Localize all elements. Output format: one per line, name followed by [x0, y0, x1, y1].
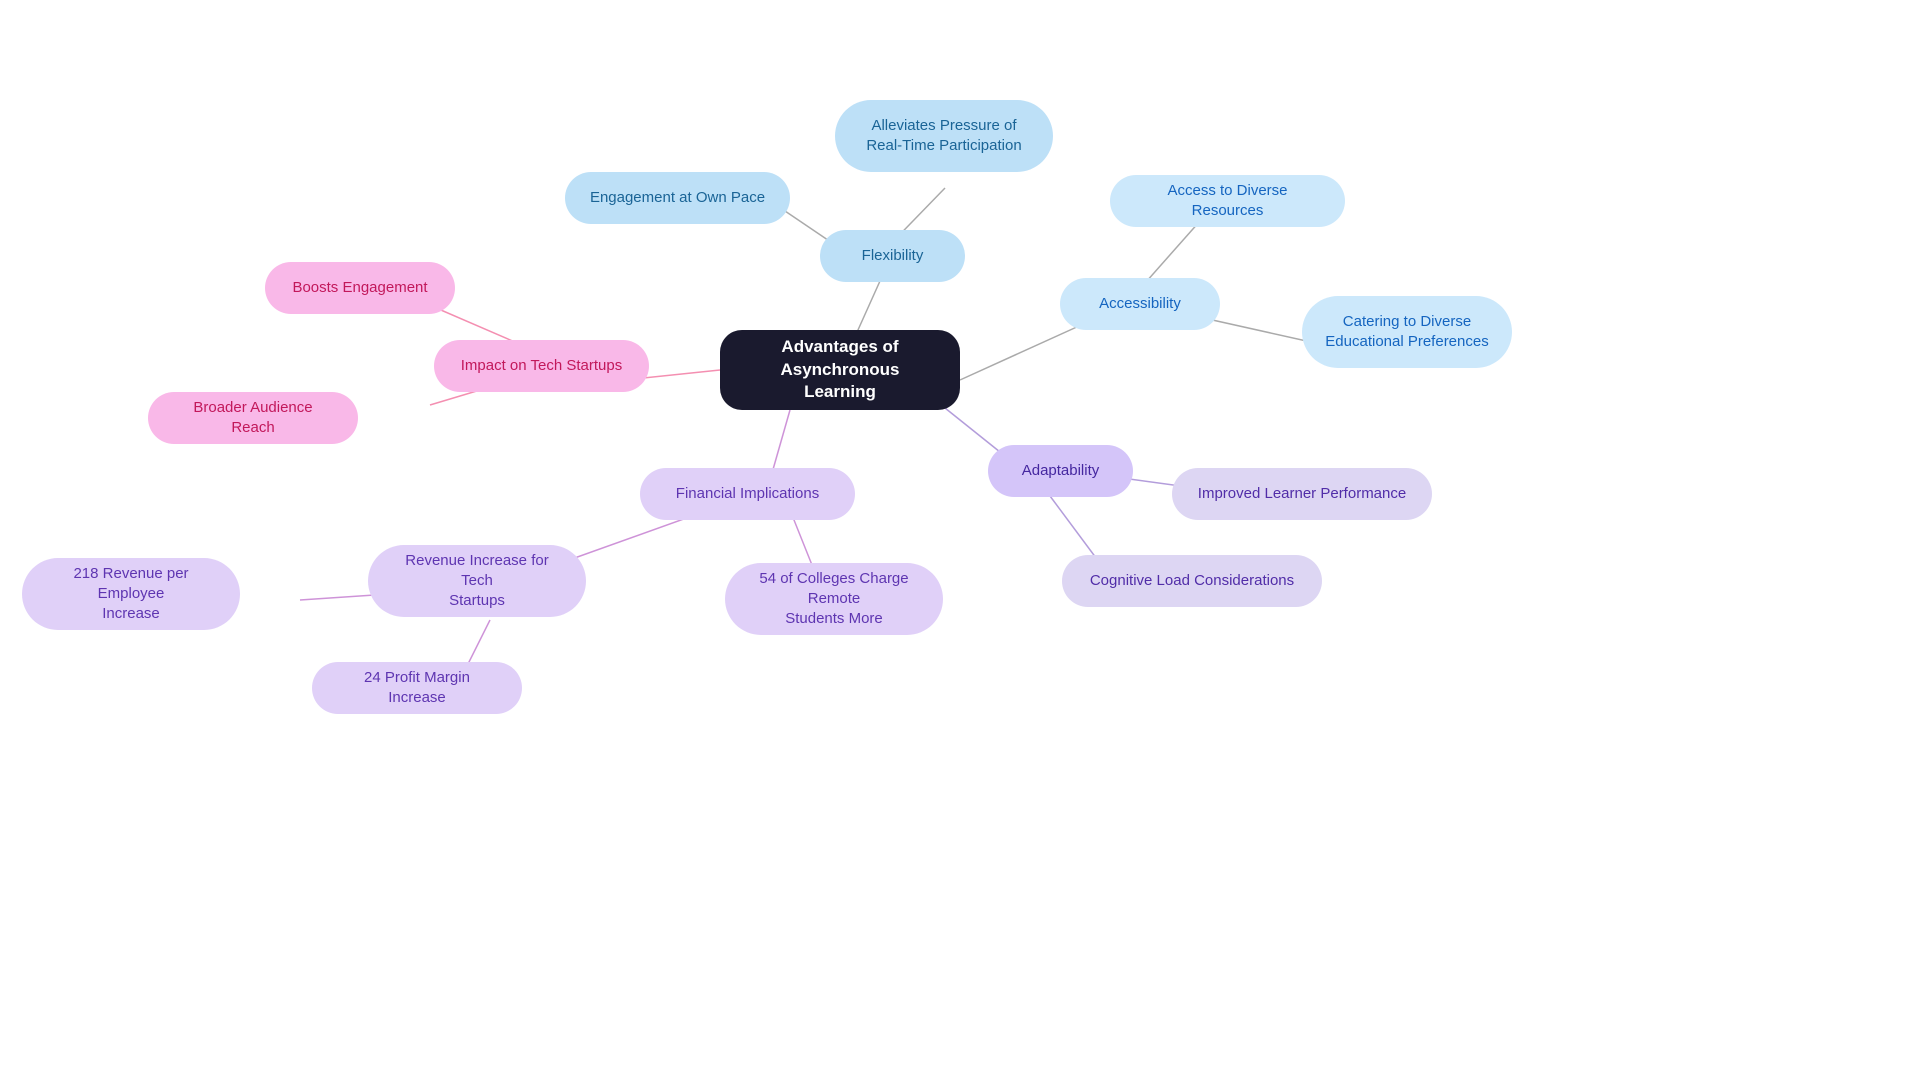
- flexibility-node: Flexibility: [820, 230, 965, 282]
- impact-tech-node: Impact on Tech Startups: [434, 340, 649, 392]
- improved-learner-label: Improved Learner Performance: [1198, 484, 1406, 504]
- broader-audience-node: Broader Audience Reach: [148, 392, 358, 444]
- cognitive-load-node: Cognitive Load Considerations: [1062, 555, 1322, 607]
- adaptability-label: Adaptability: [1022, 461, 1100, 481]
- colleges-node: 54 of Colleges Charge Remote Students Mo…: [725, 563, 943, 635]
- engagement-pace-node: Engagement at Own Pace: [565, 172, 790, 224]
- access-resources-node: Access to Diverse Resources: [1110, 175, 1345, 227]
- revenue-increase-node: Revenue Increase for Tech Startups: [368, 545, 586, 617]
- access-resources-label: Access to Diverse Resources: [1132, 181, 1323, 222]
- impact-tech-label: Impact on Tech Startups: [461, 356, 622, 376]
- profit-margin-label: 24 Profit Margin Increase: [334, 668, 500, 709]
- revenue-employee-node: 218 Revenue per Employee Increase: [22, 558, 240, 630]
- cognitive-load-label: Cognitive Load Considerations: [1090, 571, 1294, 591]
- alleviates-label: Alleviates Pressure of Real-Time Partici…: [866, 116, 1021, 157]
- colleges-label: 54 of Colleges Charge Remote Students Mo…: [747, 569, 921, 630]
- engagement-pace-label: Engagement at Own Pace: [590, 188, 765, 208]
- revenue-increase-label: Revenue Increase for Tech Startups: [390, 551, 564, 612]
- center-node: Advantages of Asynchronous Learning: [720, 330, 960, 410]
- catering-node: Catering to Diverse Educational Preferen…: [1302, 296, 1512, 368]
- boosts-engagement-label: Boosts Engagement: [292, 278, 427, 298]
- financial-label: Financial Implications: [676, 484, 819, 504]
- accessibility-label: Accessibility: [1099, 294, 1181, 314]
- profit-margin-node: 24 Profit Margin Increase: [312, 662, 522, 714]
- alleviates-node: Alleviates Pressure of Real-Time Partici…: [835, 100, 1053, 172]
- catering-label: Catering to Diverse Educational Preferen…: [1325, 312, 1488, 353]
- adaptability-node: Adaptability: [988, 445, 1133, 497]
- boosts-engagement-node: Boosts Engagement: [265, 262, 455, 314]
- revenue-employee-label: 218 Revenue per Employee Increase: [44, 564, 218, 625]
- broader-audience-label: Broader Audience Reach: [170, 398, 336, 439]
- accessibility-node: Accessibility: [1060, 278, 1220, 330]
- center-label: Advantages of Asynchronous Learning: [742, 336, 938, 405]
- improved-learner-node: Improved Learner Performance: [1172, 468, 1432, 520]
- flexibility-label: Flexibility: [862, 246, 924, 266]
- financial-node: Financial Implications: [640, 468, 855, 520]
